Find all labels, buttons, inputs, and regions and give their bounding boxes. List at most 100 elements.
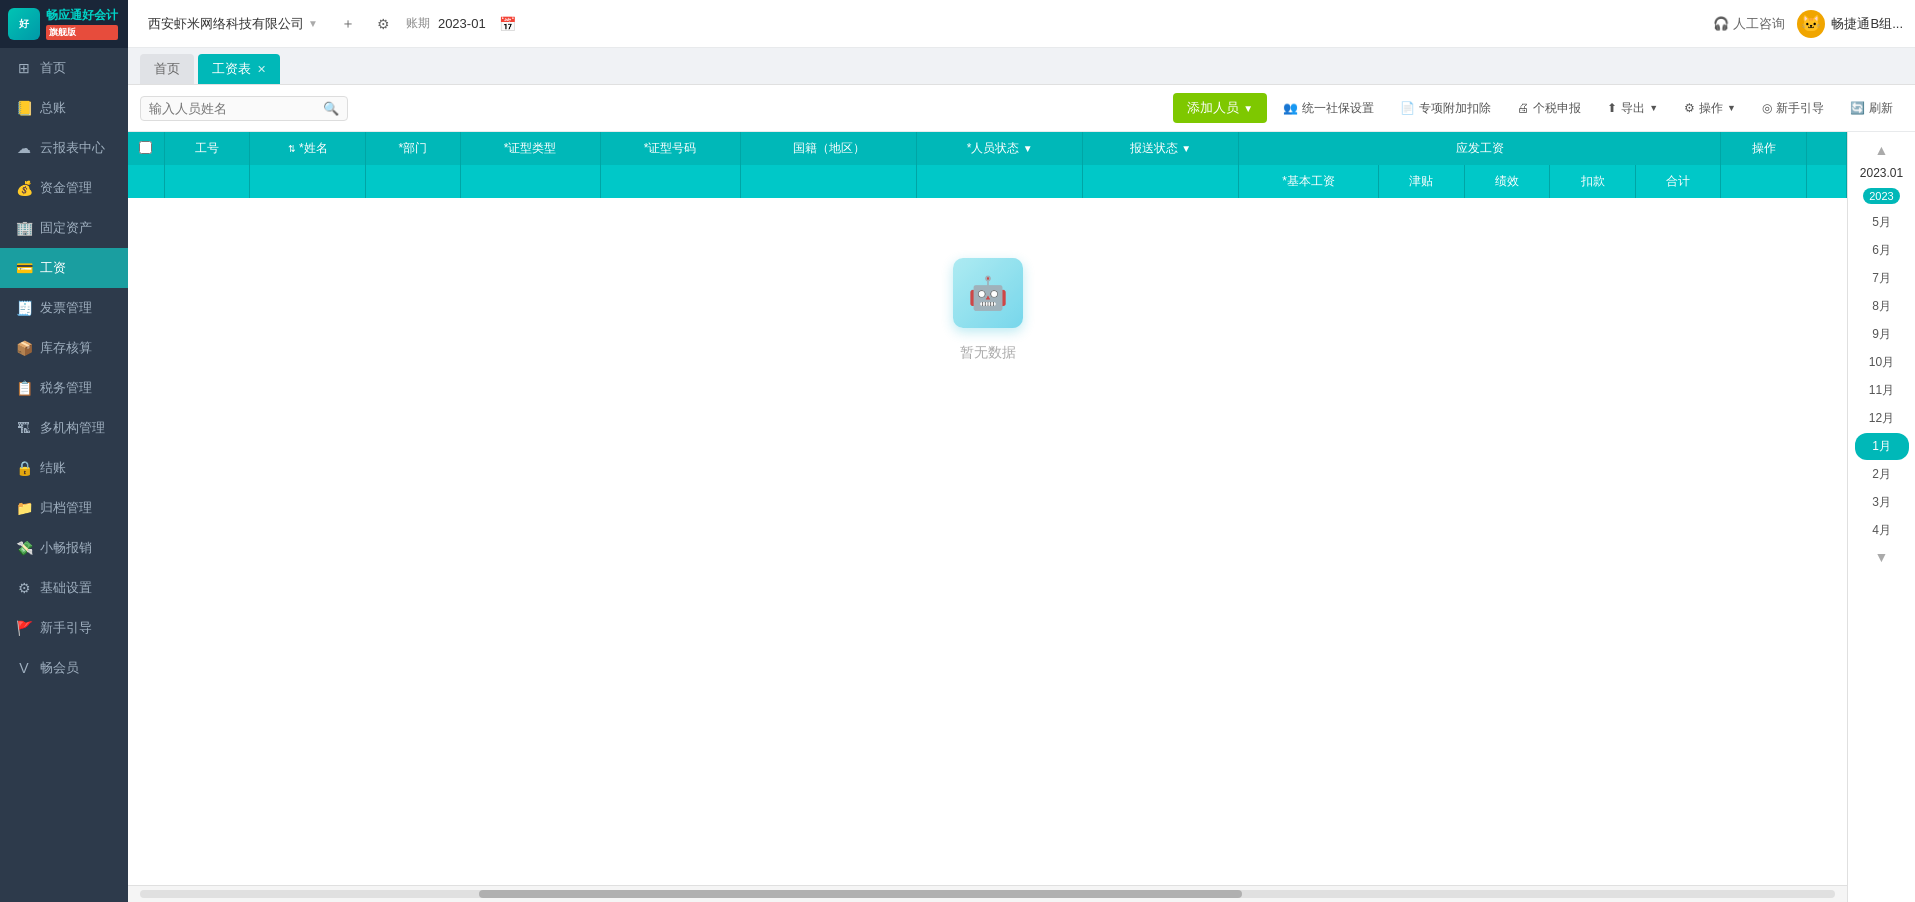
main-area: 西安虾米网络科技有限公司 ▼ ＋ ⚙ 账期 2023-01 📅 🎧 人工咨询 🐱… (128, 0, 1915, 902)
month-item-7[interactable]: 7月 (1855, 265, 1909, 292)
scrollbar-thumb[interactable] (479, 890, 1242, 898)
sidebar-label-inventory: 库存核算 (40, 339, 92, 357)
month-item-5[interactable]: 5月 (1855, 209, 1909, 236)
sidebar-icon-multi-org: 🏗 (16, 420, 32, 436)
sidebar-icon-close: 🔒 (16, 460, 32, 476)
sidebar-label-archive: 归档管理 (40, 499, 92, 517)
social-security-btn[interactable]: 👥 统一社保设置 (1273, 95, 1384, 122)
th-country: 国籍（地区） (740, 132, 917, 165)
tab-salary-table[interactable]: 工资表✕ (198, 54, 280, 84)
sidebar-item-salary[interactable]: 💳工资 (0, 248, 128, 288)
sidebar-icon-home: ⊞ (16, 60, 32, 76)
sidebar-icon-fund: 💰 (16, 180, 32, 196)
sidebar-label-home: 首页 (40, 59, 66, 77)
table-wrap[interactable]: 工号 ⇅ *姓名 *部门 *证型类型 *证型号码 国籍（地区） (128, 132, 1847, 885)
logo-tag: 旗舰版 (46, 25, 118, 40)
tab-close-salary-table[interactable]: ✕ (257, 63, 266, 75)
company-selector[interactable]: 西安虾米网络科技有限公司 ▼ (140, 11, 326, 37)
th2-allowance: 津贴 (1379, 165, 1465, 198)
th2-dept (366, 165, 460, 198)
sidebar-item-expense[interactable]: 💸小畅报销 (0, 528, 128, 568)
toolbar-right: 添加人员 ▼ 👥 统一社保设置 📄 专项附加扣除 🖨 个税申报 ⬆ 导 (1173, 93, 1903, 123)
month-item-3[interactable]: 3月 (1855, 489, 1909, 516)
scroll-up-btn[interactable]: ▲ (1871, 138, 1893, 162)
sidebar-label-close: 结账 (40, 459, 66, 477)
tax-report-btn[interactable]: 🖨 个税申报 (1507, 95, 1591, 122)
sidebar-item-cloud-report[interactable]: ☁云报表中心 (0, 128, 128, 168)
month-item-1[interactable]: 1月 (1855, 433, 1909, 460)
deduct-label: 专项附加扣除 (1419, 100, 1491, 117)
sidebar-item-settings[interactable]: ⚙基础设置 (0, 568, 128, 608)
sidebar-icon-guide: 🚩 (16, 620, 32, 636)
sidebar-label-invoice: 发票管理 (40, 299, 92, 317)
add-person-btn[interactable]: 添加人员 ▼ (1173, 93, 1267, 123)
search-input-wrap[interactable]: 🔍 (140, 96, 348, 121)
tabbar: 首页工资表✕ (128, 48, 1915, 85)
th2-id-type (460, 165, 600, 198)
th-report-status[interactable]: 报送状态 ▼ (1082, 132, 1238, 165)
sidebar-item-member[interactable]: V畅会员 (0, 648, 128, 688)
sidebar-item-home[interactable]: ⊞ 首页 (0, 48, 128, 88)
sidebar-item-fixed-assets[interactable]: 🏢固定资产 (0, 208, 128, 248)
social-label: 统一社保设置 (1302, 100, 1374, 117)
th2-name (250, 165, 366, 198)
settings-btn[interactable]: ⚙ (370, 10, 398, 38)
th2-checkbox (128, 165, 164, 198)
service-btn[interactable]: 🎧 人工咨询 (1713, 15, 1785, 33)
user-info[interactable]: 🐱 畅捷通B组... (1797, 10, 1903, 38)
operate-label: 操作 (1699, 100, 1723, 117)
user-avatar: 🐱 (1797, 10, 1825, 38)
month-item-10[interactable]: 10月 (1855, 349, 1909, 376)
month-item-4[interactable]: 4月 (1855, 517, 1909, 544)
operate-arrow: ▼ (1727, 103, 1736, 113)
month-item-11[interactable]: 11月 (1855, 377, 1909, 404)
th-name[interactable]: ⇅ *姓名 (250, 132, 366, 165)
sidebar-label-salary: 工资 (40, 259, 66, 277)
th-checkbox[interactable] (128, 132, 164, 165)
user-name: 畅捷通B组... (1831, 15, 1903, 33)
tab-home[interactable]: 首页 (140, 54, 194, 84)
topbar: 西安虾米网络科技有限公司 ▼ ＋ ⚙ 账期 2023-01 📅 🎧 人工咨询 🐱… (128, 0, 1915, 48)
sidebar-item-close[interactable]: 🔒 结账 (0, 448, 128, 488)
month-item-8[interactable]: 8月 (1855, 293, 1909, 320)
period-value: 2023-01 (438, 16, 486, 31)
content-area: 🔍 添加人员 ▼ 👥 统一社保设置 📄 专项附加扣除 🖨 个税申报 (128, 85, 1915, 902)
sidebar-item-ledger[interactable]: 📒总账 (0, 88, 128, 128)
export-arrow: ▼ (1649, 103, 1658, 113)
horizontal-scrollbar[interactable] (128, 885, 1847, 902)
month-item-12[interactable]: 12月 (1855, 405, 1909, 432)
year-badge[interactable]: 2023 (1863, 188, 1899, 204)
sidebar-item-inventory[interactable]: 📦库存核算 (0, 328, 128, 368)
sidebar-item-multi-org[interactable]: 🏗多机构管理 (0, 408, 128, 448)
sidebar-item-guide[interactable]: 🚩新手引导 (0, 608, 128, 648)
th-status[interactable]: *人员状态 ▼ (917, 132, 1082, 165)
th2-action (1807, 165, 1847, 198)
operate-icon: ⚙ (1684, 101, 1695, 115)
export-label: 导出 (1621, 100, 1645, 117)
add-company-btn[interactable]: ＋ (334, 10, 362, 38)
sidebar-item-invoice[interactable]: 🧾发票管理 (0, 288, 128, 328)
logo-text: 畅应通好会计 (46, 8, 118, 24)
right-panel: ▲ 2023.01 2023 5月6月7月8月9月10月11月12月1月2月3月… (1847, 132, 1915, 902)
special-deduct-btn[interactable]: 📄 专项附加扣除 (1390, 95, 1501, 122)
sidebar-label-expense: 小畅报销 (40, 539, 92, 557)
select-all-checkbox[interactable] (139, 141, 152, 154)
sidebar-item-tax[interactable]: 📋税务管理 (0, 368, 128, 408)
tax-icon: 🖨 (1517, 101, 1529, 115)
month-item-6[interactable]: 6月 (1855, 237, 1909, 264)
sidebar-icon-ledger: 📒 (16, 100, 32, 116)
scroll-down-btn[interactable]: ▼ (1871, 545, 1893, 569)
sidebar-item-fund[interactable]: 💰资金管理 (0, 168, 128, 208)
calendar-icon[interactable]: 📅 (494, 10, 522, 38)
guide-label: 新手引导 (1776, 100, 1824, 117)
operate-btn[interactable]: ⚙ 操作 ▼ (1674, 95, 1746, 122)
month-item-2[interactable]: 2月 (1855, 461, 1909, 488)
sidebar-item-archive[interactable]: 📁归档管理 (0, 488, 128, 528)
guide-btn[interactable]: ◎ 新手引导 (1752, 95, 1834, 122)
search-input[interactable] (149, 101, 317, 116)
export-btn[interactable]: ⬆ 导出 ▼ (1597, 95, 1668, 122)
month-item-9[interactable]: 9月 (1855, 321, 1909, 348)
sidebar-logo[interactable]: 好 畅应通好会计 旗舰版 (0, 0, 128, 48)
empty-state: 🤖 暂无数据 (128, 198, 1847, 422)
refresh-btn[interactable]: 🔄 刷新 (1840, 95, 1903, 122)
